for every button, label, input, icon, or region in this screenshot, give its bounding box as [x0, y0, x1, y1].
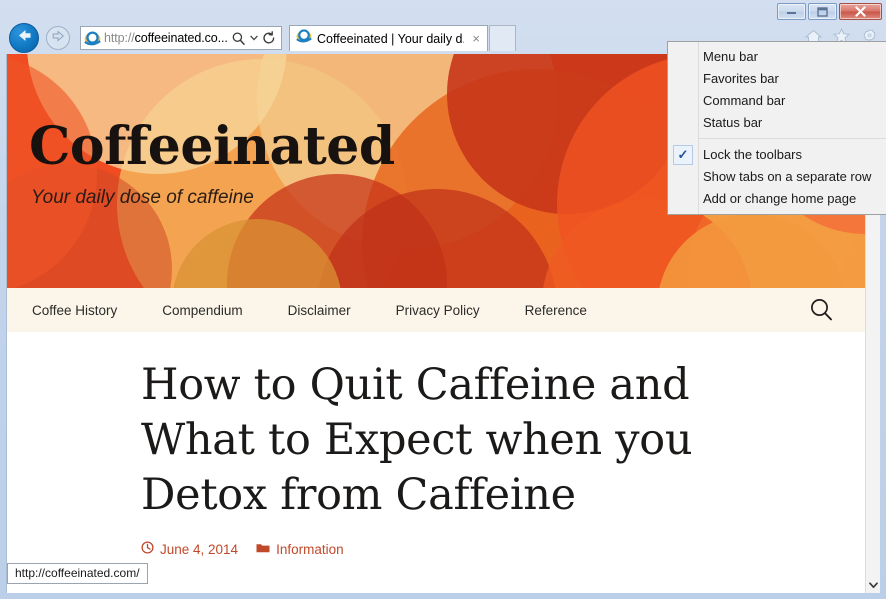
- menu-item-lock-the-toolbars[interactable]: ✓ Lock the toolbars: [668, 144, 886, 166]
- scrollbar-down-arrow-icon[interactable]: [866, 577, 880, 593]
- menu-item-command-bar[interactable]: Command bar: [668, 90, 886, 112]
- nav-item-privacy-policy[interactable]: Privacy Policy: [396, 303, 480, 318]
- address-text: http://coffeeinated.co...: [104, 31, 231, 45]
- tab-favicon-icon: [296, 28, 312, 49]
- site-tagline: Your daily dose of caffeine: [31, 187, 254, 208]
- nav-item-reference[interactable]: Reference: [525, 303, 587, 318]
- minimize-icon: [786, 7, 797, 16]
- menu-item-favorites-bar[interactable]: Favorites bar: [668, 68, 886, 90]
- window-title-bar: [0, 0, 886, 22]
- menu-item-label: Add or change home page: [703, 191, 857, 206]
- post-meta: June 4, 2014 Information: [7, 523, 866, 557]
- post-date-label: June 4, 2014: [160, 541, 239, 557]
- back-button[interactable]: [9, 23, 39, 53]
- site-nav: Coffee History Compendium Disclaimer Pri…: [7, 288, 866, 332]
- address-bar[interactable]: http://coffeeinated.co...: [80, 26, 282, 50]
- nav-item-disclaimer[interactable]: Disclaimer: [288, 303, 351, 318]
- post-content: How to Quit Caffeine and What to Expect …: [7, 332, 866, 558]
- new-tab-button[interactable]: [489, 25, 516, 51]
- search-icon[interactable]: [231, 31, 246, 46]
- address-host: coffeeinated.co...: [134, 31, 228, 45]
- close-icon: [854, 6, 867, 17]
- dropdown-arrow-icon[interactable]: [246, 35, 262, 41]
- site-title[interactable]: Coffeeinated: [29, 116, 395, 177]
- menu-item-label: Lock the toolbars: [703, 147, 803, 162]
- checkmark-icon: ✓: [673, 145, 693, 165]
- back-arrow-icon: [16, 28, 33, 48]
- maximize-icon: [817, 6, 828, 17]
- tab-title: Coffeeinated | Your daily d...: [317, 31, 465, 46]
- menu-item-label: Command bar: [703, 93, 786, 108]
- menu-item-add-or-change-home-page[interactable]: Add or change home page: [668, 188, 886, 210]
- menu-item-label: Status bar: [703, 115, 763, 130]
- status-bar-url: http://coffeeinated.com/: [7, 563, 148, 584]
- folder-icon: [256, 542, 270, 557]
- maximize-button[interactable]: [808, 3, 837, 20]
- menu-item-label: Favorites bar: [703, 71, 779, 86]
- close-button[interactable]: [839, 3, 882, 20]
- search-icon[interactable]: [809, 297, 834, 327]
- clock-icon: [141, 541, 154, 557]
- refresh-icon[interactable]: [262, 31, 279, 45]
- browser-tab[interactable]: Coffeeinated | Your daily d... ×: [289, 25, 488, 51]
- toolbars-context-menu: Menu bar Favorites bar Command bar Statu…: [667, 41, 886, 215]
- menu-item-show-tabs-separate-row[interactable]: Show tabs on a separate row: [668, 166, 886, 188]
- post-date: June 4, 2014: [141, 541, 238, 557]
- tab-close-icon[interactable]: ×: [469, 32, 483, 45]
- nav-item-coffee-history[interactable]: Coffee History: [32, 303, 117, 318]
- post-category[interactable]: Information: [256, 542, 344, 557]
- menu-item-label: Show tabs on a separate row: [703, 169, 872, 184]
- forward-arrow-icon: [51, 29, 65, 47]
- menu-item-menu-bar[interactable]: Menu bar: [668, 46, 886, 68]
- context-menu-separator: [699, 138, 886, 139]
- nav-item-compendium[interactable]: Compendium: [162, 303, 242, 318]
- minimize-button[interactable]: [777, 3, 806, 20]
- page-title: How to Quit Caffeine and What to Expect …: [141, 360, 693, 521]
- post-category-label[interactable]: Information: [276, 542, 344, 557]
- window-controls: [777, 3, 882, 20]
- menu-item-status-bar[interactable]: Status bar: [668, 112, 886, 134]
- ie-logo-icon: [84, 30, 101, 47]
- forward-button[interactable]: [46, 26, 70, 50]
- address-scheme: http://: [104, 31, 135, 45]
- menu-item-label: Menu bar: [703, 49, 758, 64]
